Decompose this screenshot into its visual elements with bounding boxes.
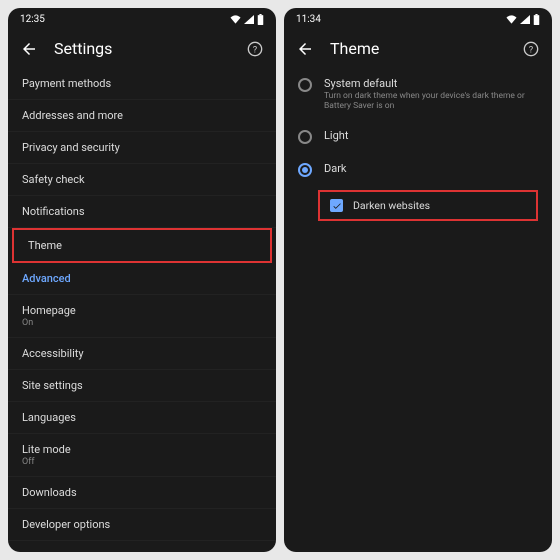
settings-item-homepage[interactable]: HomepageOn: [8, 295, 276, 338]
settings-item-lite-mode[interactable]: Lite modeOff: [8, 434, 276, 477]
settings-item-notifications[interactable]: Notifications: [8, 196, 276, 228]
settings-item-about-chrome[interactable]: About Chrome: [8, 541, 276, 552]
settings-item-site-settings[interactable]: Site settings: [8, 370, 276, 402]
page-title: Theme: [330, 39, 506, 58]
item-label: Accessibility: [22, 347, 262, 360]
wifi-icon: [230, 15, 241, 24]
radio-icon: [298, 78, 312, 92]
settings-item-theme[interactable]: Theme: [12, 228, 272, 263]
status-bar: 12:35: [8, 8, 276, 29]
svg-text:?: ?: [253, 44, 258, 55]
item-label: Homepage: [22, 304, 262, 317]
settings-list: Payment methods Addresses and more Privacy…: [8, 68, 276, 552]
darken-websites-checkbox[interactable]: Darken websites: [318, 190, 538, 221]
theme-options: System defaultTurn on dark theme when yo…: [284, 68, 552, 552]
settings-item-languages[interactable]: Languages: [8, 402, 276, 434]
settings-item-downloads[interactable]: Downloads: [8, 477, 276, 509]
radio-icon: [298, 130, 312, 144]
item-subtitle: On: [22, 318, 262, 328]
settings-item-privacy-and-security[interactable]: Privacy and security: [8, 132, 276, 164]
item-label: Safety check: [22, 173, 262, 186]
theme-option-dark[interactable]: Dark: [284, 153, 552, 186]
item-label: Addresses and more: [22, 109, 262, 122]
signal-icon: [520, 15, 530, 24]
help-icon[interactable]: ?: [522, 40, 540, 58]
app-bar: Settings ?: [8, 29, 276, 68]
item-label: Site settings: [22, 379, 262, 392]
item-label: Notifications: [22, 205, 262, 218]
option-label: System default: [324, 77, 538, 90]
checkbox-label: Darken websites: [353, 199, 430, 212]
settings-item-payment-methods[interactable]: Payment methods: [8, 68, 276, 100]
option-subtitle: Turn on dark theme when your device's da…: [324, 91, 538, 111]
settings-screen: 12:35 Settings ? Payment methods Addresse…: [8, 8, 276, 552]
item-subtitle: Off: [22, 457, 262, 467]
settings-item-addresses-and-more[interactable]: Addresses and more: [8, 100, 276, 132]
theme-option-system-default[interactable]: System defaultTurn on dark theme when yo…: [284, 68, 552, 120]
settings-item-safety-check[interactable]: Safety check: [8, 164, 276, 196]
battery-icon: [533, 14, 540, 25]
radio-icon: [298, 163, 312, 177]
item-label: About Chrome: [22, 550, 262, 552]
battery-icon: [257, 14, 264, 25]
item-label: Downloads: [22, 486, 262, 499]
status-time: 12:35: [20, 14, 45, 25]
theme-option-light[interactable]: Light: [284, 120, 552, 153]
page-title: Settings: [54, 39, 230, 58]
settings-item-accessibility[interactable]: Accessibility: [8, 338, 276, 370]
option-label: Light: [324, 129, 348, 142]
back-icon[interactable]: [20, 40, 38, 58]
theme-screen: 11:34 Theme ? System defaultTurn on dark…: [284, 8, 552, 552]
status-icons: [230, 14, 264, 25]
status-time: 11:34: [296, 14, 321, 25]
settings-item-advanced[interactable]: Advanced: [8, 263, 276, 295]
item-label: Lite mode: [22, 443, 262, 456]
item-label: Payment methods: [22, 77, 262, 90]
help-icon[interactable]: ?: [246, 40, 264, 58]
back-icon[interactable]: [296, 40, 314, 58]
status-bar: 11:34: [284, 8, 552, 29]
status-icons: [506, 14, 540, 25]
settings-item-developer-options[interactable]: Developer options: [8, 509, 276, 541]
signal-icon: [244, 15, 254, 24]
wifi-icon: [506, 15, 517, 24]
option-label: Dark: [324, 162, 347, 175]
checkbox-icon: [330, 199, 343, 212]
app-bar: Theme ?: [284, 29, 552, 68]
svg-text:?: ?: [529, 44, 534, 55]
item-label: Languages: [22, 411, 262, 424]
item-label: Privacy and security: [22, 141, 262, 154]
item-label: Theme: [28, 239, 256, 252]
item-label: Advanced: [22, 272, 262, 285]
item-label: Developer options: [22, 518, 262, 531]
